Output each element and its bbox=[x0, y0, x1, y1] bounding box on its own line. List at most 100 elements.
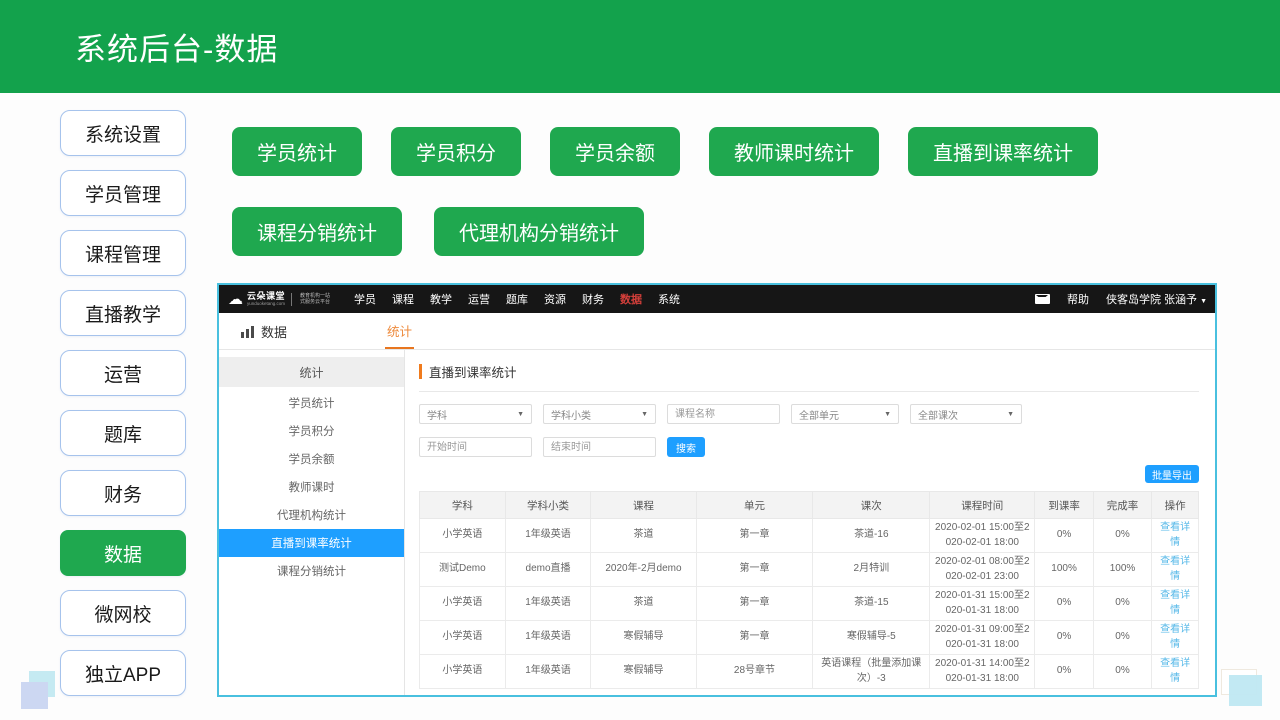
cell-actions: 查看详情 bbox=[1152, 655, 1199, 689]
bar-chart-icon bbox=[241, 325, 255, 338]
tab-statistics[interactable]: 统计 bbox=[385, 313, 414, 349]
view-detail-link[interactable]: 查看详情 bbox=[1160, 624, 1190, 650]
table-header-row: 学科 学科小类 课程 单元 课次 课程时间 到课率 完成率 操作 bbox=[420, 492, 1199, 519]
sidebar-item-label: 课程管理 bbox=[85, 240, 161, 267]
sidebar-item[interactable]: 系统设置 bbox=[60, 110, 186, 156]
sidebar-item[interactable]: 课程管理 bbox=[60, 230, 186, 276]
feature-chip[interactable]: 代理机构分销统计 bbox=[434, 207, 644, 256]
app-nav-item[interactable]: 学员 bbox=[354, 291, 376, 307]
sidebar-item[interactable]: 运营 bbox=[60, 350, 186, 396]
cell-course: 寒假辅导 bbox=[591, 621, 696, 655]
cell-completion: 0% bbox=[1093, 519, 1151, 553]
cell-unit: 第一章 bbox=[696, 587, 813, 621]
app-nav-item[interactable]: 教学 bbox=[430, 291, 452, 307]
sidebar-item[interactable]: 题库 bbox=[60, 410, 186, 456]
feature-chip[interactable]: 学员余额 bbox=[550, 127, 680, 176]
title-accent-bar bbox=[419, 364, 422, 379]
col-header-subcategory: 学科小类 bbox=[505, 492, 591, 519]
course-name-input[interactable] bbox=[667, 404, 780, 424]
cell-lesson: 英语课程（批量添加课次）-3 bbox=[813, 655, 930, 689]
sidebar-item-label: 学员管理 bbox=[85, 180, 161, 207]
help-link[interactable]: 帮助 bbox=[1067, 291, 1089, 307]
submenu-item[interactable]: 学员积分 bbox=[219, 417, 404, 445]
statistics-submenu: 统计 学员统计 学员积分 学员余额 教师课时 代理机构统计 直播到课率统计 bbox=[219, 350, 405, 695]
section-title: 数据 bbox=[261, 322, 287, 341]
submenu-item[interactable]: 代理机构统计 bbox=[219, 501, 404, 529]
sidebar-item-label: 运营 bbox=[104, 360, 142, 387]
cell-lesson: 2月特训 bbox=[813, 553, 930, 587]
view-detail-link[interactable]: 查看详情 bbox=[1160, 522, 1190, 548]
app-nav-right: 帮助 侠客岛学院 张涵予▼ bbox=[1035, 291, 1215, 307]
submenu-item[interactable]: 教师课时 bbox=[219, 473, 404, 501]
cell-lesson: 茶道-16 bbox=[813, 519, 930, 553]
app-logo[interactable]: ☁ 云朵课堂 yunduoketang.com 教育机构一站 式服务云平台 bbox=[219, 292, 338, 307]
submenu-header: 统计 bbox=[219, 357, 404, 387]
table-row: 小学英语 1年级英语 茶道 第一章 茶道-16 2020-02-01 15:00… bbox=[420, 519, 1199, 553]
view-detail-link[interactable]: 查看详情 bbox=[1160, 590, 1190, 616]
chevron-down-icon: ▼ bbox=[1200, 298, 1207, 305]
subcategory-select[interactable]: 学科小类▼ bbox=[543, 404, 656, 424]
main-panel: 直播到课率统计 学科▼ 学科小类▼ 全部单元▼ 全部课次▼ bbox=[405, 350, 1215, 695]
view-detail-link[interactable]: 查看详情 bbox=[1160, 658, 1190, 684]
cell-unit: 28号章节 bbox=[696, 655, 813, 689]
cell-completion: 0% bbox=[1093, 587, 1151, 621]
app-nav-item[interactable]: 系统 bbox=[658, 291, 680, 307]
cell-course: 2020年-2月demo bbox=[591, 553, 696, 587]
cell-attendance: 0% bbox=[1035, 621, 1093, 655]
app-nav-item[interactable]: 题库 bbox=[506, 291, 528, 307]
chevron-down-icon: ▼ bbox=[884, 411, 891, 418]
submenu-item[interactable]: 直播到课率统计 bbox=[219, 529, 404, 557]
page: 系统后台-数据 系统设置 学员管理 课程管理 直播教学 运营 题库 bbox=[0, 0, 1280, 720]
app-nav-item[interactable]: 运营 bbox=[468, 291, 490, 307]
sidebar-item[interactable]: 数据 bbox=[60, 530, 186, 576]
cell-actions: 查看详情 bbox=[1152, 621, 1199, 655]
top-banner: 系统后台-数据 bbox=[0, 0, 1280, 93]
cell-subject: 小学英语 bbox=[420, 655, 506, 689]
sidebar-item[interactable]: 学员管理 bbox=[60, 170, 186, 216]
col-header-attendance: 到课率 bbox=[1035, 492, 1093, 519]
feature-chip[interactable]: 学员统计 bbox=[232, 127, 362, 176]
app-nav-item[interactable]: 课程 bbox=[392, 291, 414, 307]
cell-subcategory: demo直播 bbox=[505, 553, 591, 587]
cell-time: 2020-01-31 14:00至2020-01-31 18:00 bbox=[930, 655, 1035, 689]
batch-export-button[interactable]: 批量导出 bbox=[1145, 465, 1199, 483]
sidebar-item[interactable]: 微网校 bbox=[60, 590, 186, 636]
cell-course: 茶道 bbox=[591, 587, 696, 621]
app-nav-item[interactable]: 数据 bbox=[620, 291, 642, 307]
sidebar-item[interactable]: 财务 bbox=[60, 470, 186, 516]
submenu-item[interactable]: 课程分销统计 bbox=[219, 557, 404, 585]
app-nav-item[interactable]: 资源 bbox=[544, 291, 566, 307]
end-time-input[interactable] bbox=[543, 437, 656, 457]
cell-subcategory: 1年级英语 bbox=[505, 519, 591, 553]
cell-time: 2020-01-31 09:00至2020-01-31 18:00 bbox=[930, 621, 1035, 655]
app-nav-item[interactable]: 财务 bbox=[582, 291, 604, 307]
cell-course: 茶道 bbox=[591, 519, 696, 553]
sidebar: 系统设置 学员管理 课程管理 直播教学 运营 题库 财务 bbox=[60, 110, 186, 696]
col-header-lesson: 课次 bbox=[813, 492, 930, 519]
sidebar-item[interactable]: 独立APP bbox=[60, 650, 186, 696]
sidebar-item-label: 数据 bbox=[104, 540, 142, 567]
cell-actions: 查看详情 bbox=[1152, 519, 1199, 553]
start-time-input[interactable] bbox=[419, 437, 532, 457]
submenu-item[interactable]: 学员统计 bbox=[219, 389, 404, 417]
feature-chip[interactable]: 课程分销统计 bbox=[232, 207, 402, 256]
account-menu[interactable]: 侠客岛学院 张涵予▼ bbox=[1106, 291, 1207, 307]
chip-row-1: 学员统计 学员积分 学员余额 教师课时统计 直播到课率统计 bbox=[232, 127, 1098, 176]
feature-chip[interactable]: 教师课时统计 bbox=[709, 127, 879, 176]
col-header-course: 课程 bbox=[591, 492, 696, 519]
feature-chip[interactable]: 学员积分 bbox=[391, 127, 521, 176]
mail-icon[interactable] bbox=[1035, 294, 1050, 304]
col-header-actions: 操作 bbox=[1152, 492, 1199, 519]
subject-select[interactable]: 学科▼ bbox=[419, 404, 532, 424]
decor-square-lavender-left bbox=[21, 682, 48, 709]
sidebar-item[interactable]: 直播教学 bbox=[60, 290, 186, 336]
unit-select[interactable]: 全部单元▼ bbox=[791, 404, 899, 424]
feature-chip[interactable]: 直播到课率统计 bbox=[908, 127, 1098, 176]
search-button[interactable]: 搜索 bbox=[667, 437, 705, 457]
lesson-select[interactable]: 全部课次▼ bbox=[910, 404, 1022, 424]
submenu-item[interactable]: 学员余额 bbox=[219, 445, 404, 473]
app-navbar: ☁ 云朵课堂 yunduoketang.com 教育机构一站 式服务云平台 学员… bbox=[219, 285, 1215, 313]
view-detail-link[interactable]: 查看详情 bbox=[1160, 556, 1190, 582]
cell-course: 寒假辅导 bbox=[591, 655, 696, 689]
filter-row-2: 搜索 bbox=[419, 437, 1199, 457]
